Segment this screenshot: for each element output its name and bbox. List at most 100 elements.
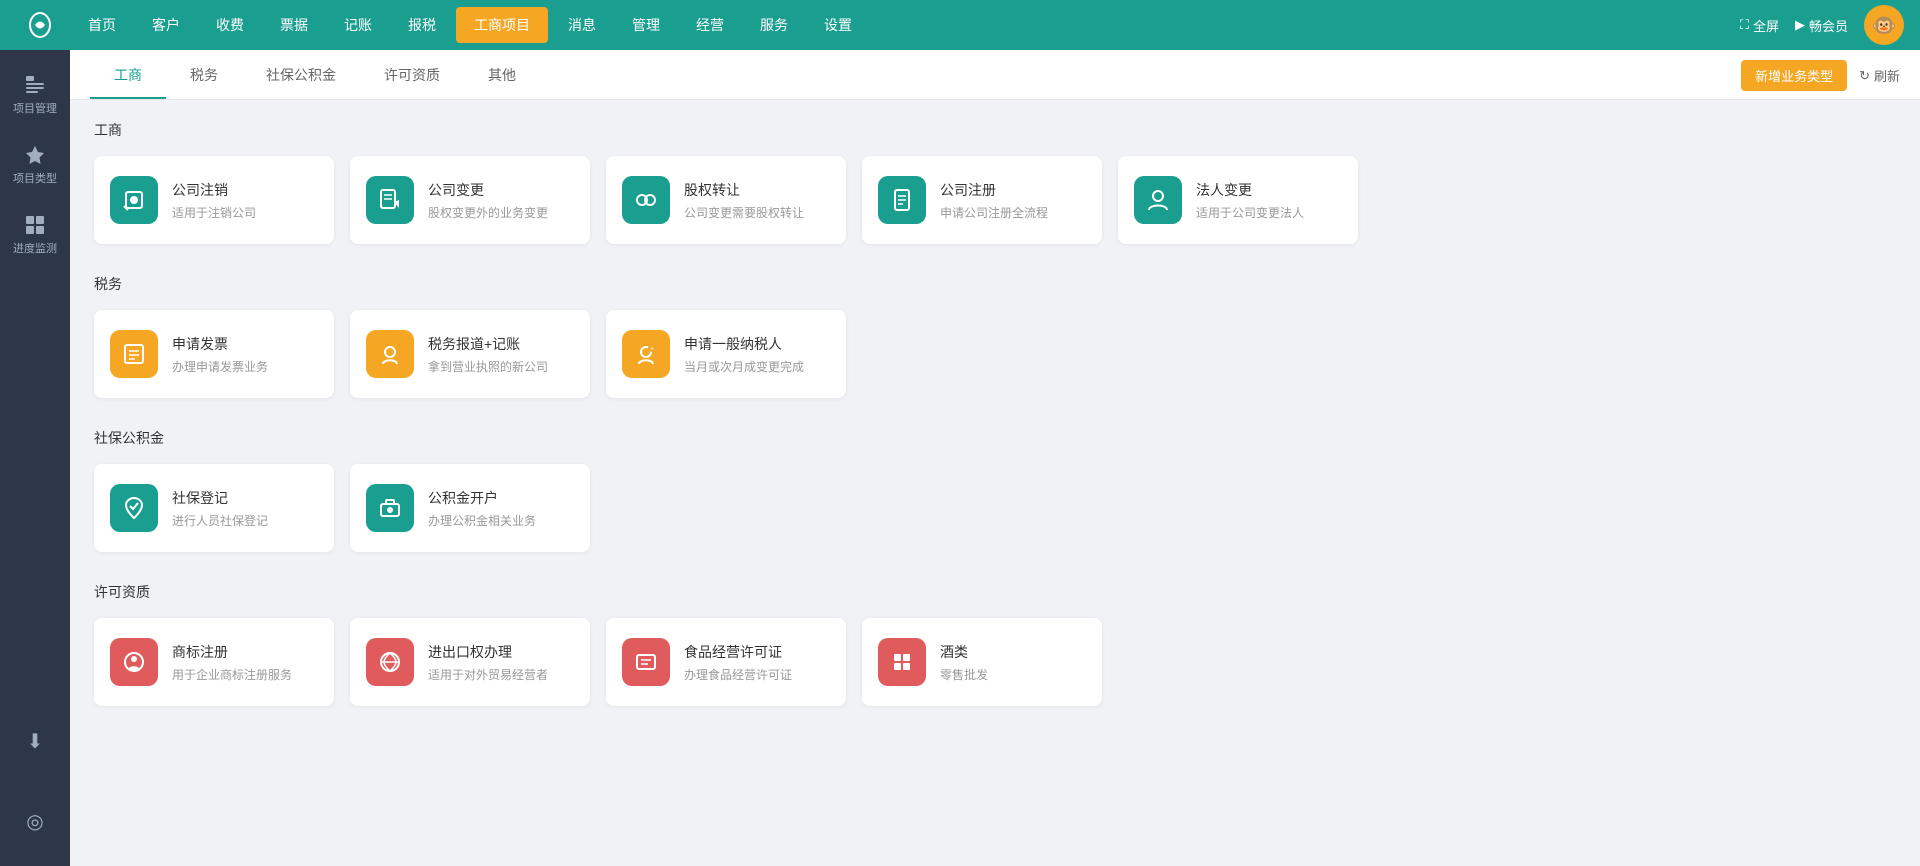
- nav-fee[interactable]: 收费: [198, 0, 262, 50]
- card-equity-transfer[interactable]: 股权转让 公司变更需要股权转让: [606, 156, 846, 244]
- card-food-license[interactable]: 食品经营许可证 办理食品经营许可证: [606, 618, 846, 706]
- nav-message[interactable]: 消息: [550, 0, 614, 50]
- tab-other[interactable]: 其他: [464, 53, 540, 99]
- card-text: 公司注册 申请公司注册全流程: [940, 180, 1048, 221]
- card-text: 公司注销 适用于注销公司: [172, 180, 256, 221]
- sidebar-item-project-type[interactable]: 项目类型: [0, 130, 70, 200]
- cards-grid-license: 商标注册 用于企业商标注册服务 进出口权办理 适用于对外贸易经: [94, 618, 1896, 706]
- import-export-icon: [366, 638, 414, 686]
- tab-license[interactable]: 许可资质: [360, 53, 464, 99]
- sidebar-item-progress-monitor[interactable]: 进度监测: [0, 200, 70, 270]
- card-title: 公司注册: [940, 180, 1048, 200]
- card-trademark[interactable]: 商标注册 用于企业商标注册服务: [94, 618, 334, 706]
- card-provident-fund-open[interactable]: 公积金开户 办理公积金相关业务: [350, 464, 590, 552]
- card-title: 税务报道+记账: [428, 334, 548, 354]
- card-title: 食品经营许可证: [684, 642, 792, 662]
- card-desc: 公司变更需要股权转让: [684, 204, 804, 221]
- card-apply-invoice[interactable]: 申请发票 办理申请发票业务: [94, 310, 334, 398]
- sidebar-item-label: 项目类型: [13, 170, 57, 186]
- section-title-license: 许可资质: [94, 582, 1896, 602]
- company-register-icon: [878, 176, 926, 224]
- section-title-tax: 税务: [94, 274, 1896, 294]
- card-import-export[interactable]: 进出口权办理 适用于对外贸易经营者: [350, 618, 590, 706]
- trademark-icon: [110, 638, 158, 686]
- section-title-social-insurance: 社保公积金: [94, 428, 1896, 448]
- nav-items: 首页 客户 收费 票据 记账 报税 工商项目 消息 管理 经营 服务 设置: [70, 0, 1740, 50]
- social-insurance-icon: [110, 484, 158, 532]
- nav-tax[interactable]: 报税: [390, 0, 454, 50]
- tab-business[interactable]: 工商: [90, 53, 166, 99]
- sidebar-item-location[interactable]: ◎: [0, 786, 70, 856]
- main-layout: 项目管理 项目类型 进度监测 ⬇: [0, 50, 1920, 866]
- card-title: 申请一般纳税人: [684, 334, 804, 354]
- fullscreen-button[interactable]: ⛶ 全屏: [1740, 16, 1779, 35]
- card-desc: 申请公司注册全流程: [940, 204, 1048, 221]
- nav-service[interactable]: 服务: [742, 0, 806, 50]
- fullscreen-label: 全屏: [1753, 16, 1779, 35]
- tab-social-insurance[interactable]: 社保公积金: [242, 53, 360, 99]
- card-desc: 适用于对外贸易经营者: [428, 666, 548, 683]
- card-text: 公司变更 股权变更外的业务变更: [428, 180, 548, 221]
- refresh-button[interactable]: ↻ 刷新: [1859, 66, 1900, 85]
- card-desc: 拿到营业执照的新公司: [428, 358, 548, 375]
- card-text: 申请一般纳税人 当月或次月成变更完成: [684, 334, 804, 375]
- card-text: 公积金开户 办理公积金相关业务: [428, 488, 536, 529]
- content-area: 工商 税务 社保公积金 许可资质 其他 新增业务类型 ↻ 刷新 工商: [70, 50, 1920, 866]
- card-desc: 办理公积金相关业务: [428, 512, 536, 529]
- nav-home[interactable]: 首页: [70, 0, 134, 50]
- card-title: 进出口权办理: [428, 642, 548, 662]
- card-desc: 办理食品经营许可证: [684, 666, 792, 683]
- card-text: 申请发票 办理申请发票业务: [172, 334, 268, 375]
- card-text: 法人变更 适用于公司变更法人: [1196, 180, 1304, 221]
- card-apply-general-taxpayer[interactable]: + 申请一般纳税人 当月或次月成变更完成: [606, 310, 846, 398]
- sidebar-item-project-management[interactable]: 项目管理: [0, 60, 70, 130]
- apply-general-taxpayer-icon: +: [622, 330, 670, 378]
- download-icon: ⬇: [27, 729, 44, 754]
- nav-settings[interactable]: 设置: [806, 0, 870, 50]
- scrollable-content: 工商 公司注销 适用于注销公司: [70, 100, 1920, 866]
- new-business-type-button[interactable]: 新增业务类型: [1741, 60, 1847, 91]
- card-liquor[interactable]: 酒类 零售批发: [862, 618, 1102, 706]
- top-nav-right: ⛶ 全屏 ▶ 畅会员 🐵: [1740, 5, 1920, 45]
- card-company-register[interactable]: 公司注册 申请公司注册全流程: [862, 156, 1102, 244]
- tab-bar-right: 新增业务类型 ↻ 刷新: [1741, 60, 1900, 99]
- nav-bill[interactable]: 票据: [262, 0, 326, 50]
- card-title: 公司变更: [428, 180, 548, 200]
- nav-manage[interactable]: 管理: [614, 0, 678, 50]
- liquor-icon: [878, 638, 926, 686]
- card-text: 酒类 零售批发: [940, 642, 988, 683]
- play-icon: ▶: [1795, 17, 1805, 33]
- left-sidebar: 项目管理 项目类型 进度监测 ⬇: [0, 50, 70, 866]
- tab-tax[interactable]: 税务: [166, 53, 242, 99]
- card-title: 公司注销: [172, 180, 256, 200]
- nav-business[interactable]: 工商项目: [456, 7, 548, 43]
- card-text: 食品经营许可证 办理食品经营许可证: [684, 642, 792, 683]
- refresh-label: 刷新: [1874, 66, 1900, 85]
- company-change-icon: [366, 176, 414, 224]
- card-company-cancel[interactable]: 公司注销 适用于注销公司: [94, 156, 334, 244]
- nav-operation[interactable]: 经营: [678, 0, 742, 50]
- refresh-icon: ↻: [1859, 68, 1870, 84]
- nav-customer[interactable]: 客户: [134, 0, 198, 50]
- card-text: 商标注册 用于企业商标注册服务: [172, 642, 292, 683]
- project-management-icon: [24, 74, 46, 96]
- card-desc: 股权变更外的业务变更: [428, 204, 548, 221]
- sidebar-item-download[interactable]: ⬇: [0, 706, 70, 776]
- card-company-change[interactable]: 公司变更 股权变更外的业务变更: [350, 156, 590, 244]
- card-tax-report-account[interactable]: 税务报道+记账 拿到营业执照的新公司: [350, 310, 590, 398]
- card-title: 商标注册: [172, 642, 292, 662]
- provident-fund-icon: [366, 484, 414, 532]
- card-title: 社保登记: [172, 488, 268, 508]
- vip-button[interactable]: ▶ 畅会员: [1795, 16, 1848, 35]
- card-social-insurance-register[interactable]: 社保登记 进行人员社保登记: [94, 464, 334, 552]
- card-desc: 办理申请发票业务: [172, 358, 268, 375]
- vip-label: 畅会员: [1809, 16, 1848, 35]
- cards-grid-tax: 申请发票 办理申请发票业务 税务报道+记账 拿到营业执照的新公司: [94, 310, 1896, 398]
- card-title: 股权转让: [684, 180, 804, 200]
- avatar[interactable]: 🐵: [1864, 5, 1904, 45]
- nav-account[interactable]: 记账: [326, 0, 390, 50]
- card-legal-person-change[interactable]: 法人变更 适用于公司变更法人: [1118, 156, 1358, 244]
- card-desc: 适用于注销公司: [172, 204, 256, 221]
- progress-monitor-icon: [24, 214, 46, 236]
- top-navigation: 首页 客户 收费 票据 记账 报税 工商项目 消息 管理 经营 服务 设置 ⛶ …: [0, 0, 1920, 50]
